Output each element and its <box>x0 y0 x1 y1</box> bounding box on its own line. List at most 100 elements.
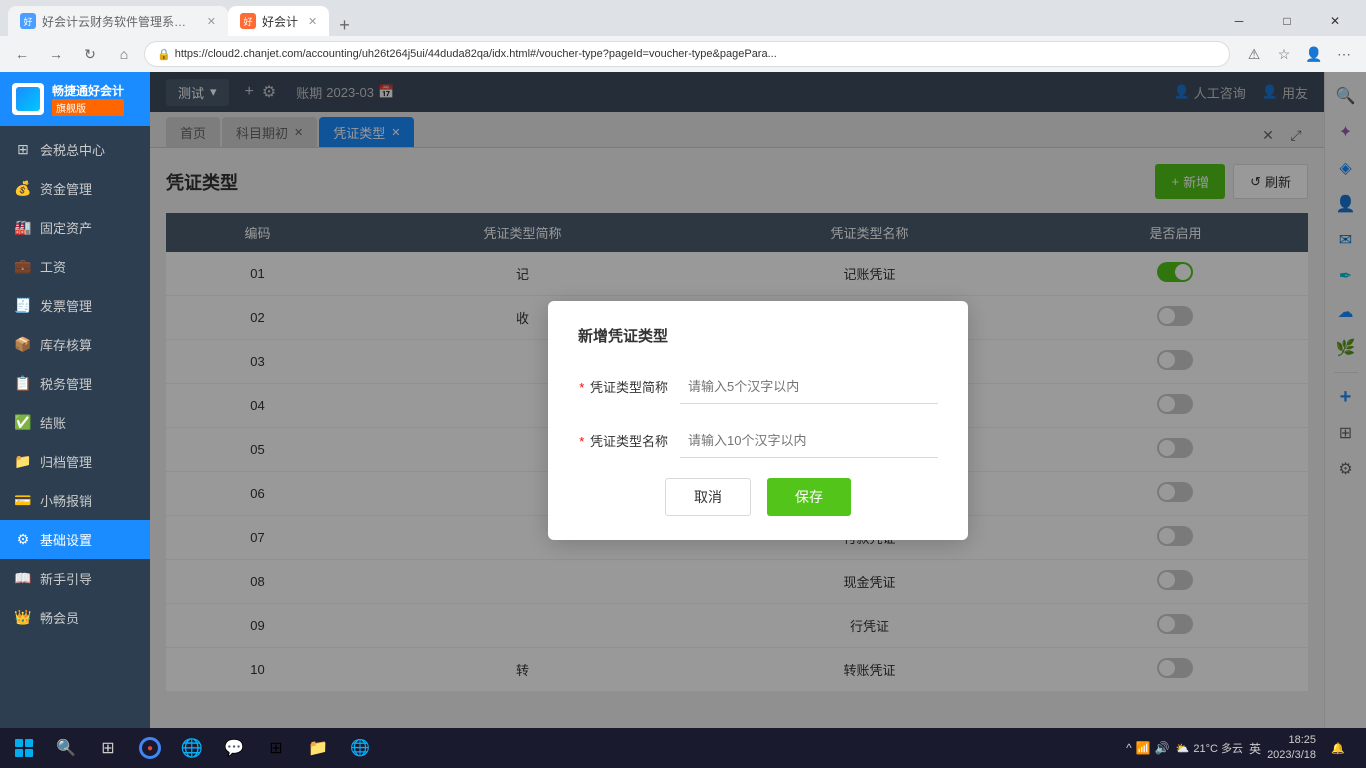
tab-favicon-2: 好 <box>240 13 256 29</box>
input-name[interactable] <box>680 424 938 458</box>
sidebar-item-member[interactable]: 👑 畅会员 <box>0 598 150 637</box>
sidebar-menu: ⊞ 会税总中心 💰 资金管理 🏭 固定资产 💼 工资 🧾 发票管理 📦 库 <box>0 126 150 735</box>
sidebar-item-inventory[interactable]: 📦 库存核算 <box>0 325 150 364</box>
close-button[interactable]: ✕ <box>1312 6 1358 36</box>
taskbar-lang[interactable]: 英 <box>1249 740 1261 757</box>
sidebar-item-settings[interactable]: ⚙ 基础设置 <box>0 520 150 559</box>
extensions-icon[interactable]: ⚠ <box>1240 40 1268 68</box>
sidebar-label-invoice: 发票管理 <box>40 296 92 315</box>
label-text-abbr: 凭证类型简称 <box>590 380 668 395</box>
taskbar-taskview-btn[interactable]: ⊞ <box>88 730 128 766</box>
capital-icon: 💰 <box>14 180 32 198</box>
save-button[interactable]: 保存 <box>767 478 851 516</box>
start-button[interactable] <box>4 730 44 766</box>
sidebar-label-tax: 税务管理 <box>40 374 92 393</box>
maximize-button[interactable]: □ <box>1264 6 1310 36</box>
taskbar-wechat-btn[interactable]: 💬 <box>214 730 254 766</box>
label-text-name: 凭证类型名称 <box>590 434 668 449</box>
sidebar-item-salary[interactable]: 💼 工资 <box>0 247 150 286</box>
notification-button[interactable]: 🔔 <box>1322 730 1354 766</box>
tab-label-1: 好会计云财务软件管理系统_会计 <box>42 13 197 30</box>
clock-date: 2023/3/18 <box>1267 748 1316 763</box>
address-input[interactable]: 🔒 https://cloud2.chanjet.com/accounting/… <box>144 41 1230 67</box>
weather-text: 21°C 多云 <box>1193 740 1243 756</box>
bookmark-icon[interactable]: ☆ <box>1270 40 1298 68</box>
back-button[interactable]: ← <box>8 40 36 68</box>
taskbar-apps-btn[interactable]: ⊞ <box>256 730 296 766</box>
home-button[interactable]: ⌂ <box>110 40 138 68</box>
sidebar-label-member: 畅会员 <box>40 608 79 627</box>
taskbar-audio[interactable]: 🔊 <box>1155 741 1170 755</box>
sidebar-item-expense[interactable]: 💳 小畅报销 <box>0 481 150 520</box>
tab-favicon-1: 好 <box>20 13 36 29</box>
address-text: https://cloud2.chanjet.com/accounting/uh… <box>175 48 1217 60</box>
add-voucher-dialog: 新增凭证类型 * 凭证类型简称 * 凭证类型名称 取消 保存 <box>548 301 968 540</box>
sidebar-label-expense: 小畅报销 <box>40 491 92 510</box>
tax-icon: 📋 <box>14 375 32 393</box>
windows-logo <box>15 739 33 757</box>
settle-icon: ✅ <box>14 414 32 432</box>
dashboard-icon: ⊞ <box>14 141 32 159</box>
fixed-assets-icon: 🏭 <box>14 219 32 237</box>
sidebar-label-archive: 归档管理 <box>40 452 92 471</box>
form-label-name: * 凭证类型名称 <box>578 431 668 450</box>
tab-close-1[interactable]: ✕ <box>207 15 216 28</box>
window-controls: ─ □ ✕ <box>1216 6 1358 36</box>
browser-chrome: 好 好会计云财务软件管理系统_会计 ✕ 好 好会计 ✕ + ─ □ ✕ ← → … <box>0 0 1366 72</box>
sidebar-item-dashboard[interactable]: ⊞ 会税总中心 <box>0 130 150 169</box>
sidebar-item-fixed-assets[interactable]: 🏭 固定资产 <box>0 208 150 247</box>
taskbar-right: ^ 📶 🔊 ⛅ 21°C 多云 英 18:25 2023/3/18 🔔 <box>1126 730 1362 766</box>
tab-label-2: 好会计 <box>262 13 298 30</box>
more-icon[interactable]: ⋯ <box>1330 40 1358 68</box>
sidebar-label-dashboard: 会税总中心 <box>40 140 105 159</box>
cancel-button[interactable]: 取消 <box>665 478 751 516</box>
taskbar-clock[interactable]: 18:25 2023/3/18 <box>1267 733 1316 764</box>
sidebar-label-settings: 基础设置 <box>40 530 92 549</box>
logo-icon <box>12 83 44 115</box>
new-tab-button[interactable]: + <box>333 15 356 36</box>
tab-close-2[interactable]: ✕ <box>308 15 317 28</box>
profile-icon[interactable]: 👤 <box>1300 40 1328 68</box>
dialog-title: 新增凭证类型 <box>578 325 938 346</box>
sidebar-label-settle: 结账 <box>40 413 66 432</box>
taskbar-chevron[interactable]: ^ <box>1126 741 1132 755</box>
expense-icon: 💳 <box>14 492 32 510</box>
form-label-abbr: * 凭证类型简称 <box>578 377 668 396</box>
guide-icon: 📖 <box>14 570 32 588</box>
lock-icon: 🔒 <box>157 48 171 61</box>
sidebar-label-salary: 工资 <box>40 257 66 276</box>
sidebar: 畅捷通好会计 旗舰版 ⊞ 会税总中心 💰 资金管理 🏭 固定资产 💼 工资 <box>0 72 150 768</box>
sidebar-item-guide[interactable]: 📖 新手引导 <box>0 559 150 598</box>
taskbar-search-btn[interactable]: 🔍 <box>46 730 86 766</box>
clock-time: 18:25 <box>1267 733 1316 748</box>
input-abbr[interactable] <box>680 370 938 404</box>
taskbar-wifi[interactable]: 📶 <box>1136 741 1151 755</box>
weather-icon: ⛅ <box>1176 742 1190 755</box>
logo-text-block: 畅捷通好会计 旗舰版 <box>52 82 124 116</box>
member-icon: 👑 <box>14 609 32 627</box>
sidebar-logo: 畅捷通好会计 旗舰版 <box>0 72 150 126</box>
sidebar-item-invoice[interactable]: 🧾 发票管理 <box>0 286 150 325</box>
sidebar-item-settle[interactable]: ✅ 结账 <box>0 403 150 442</box>
dialog-actions: 取消 保存 <box>578 478 938 516</box>
required-mark-name: * <box>579 434 584 449</box>
browser-tab-2[interactable]: 好 好会计 ✕ <box>228 6 329 36</box>
sidebar-item-archive[interactable]: 📁 归档管理 <box>0 442 150 481</box>
browser-tab-1[interactable]: 好 好会计云财务软件管理系统_会计 ✕ <box>8 6 228 36</box>
sidebar-label-capital: 资金管理 <box>40 179 92 198</box>
taskbar-folder-btn[interactable]: 📁 <box>298 730 338 766</box>
required-mark-abbr: * <box>579 380 584 395</box>
dialog-overlay: 新增凭证类型 * 凭证类型简称 * 凭证类型名称 取消 保存 <box>150 72 1366 768</box>
forward-button[interactable]: → <box>42 40 70 68</box>
taskbar-weather[interactable]: ⛅ 21°C 多云 <box>1176 740 1243 756</box>
tab-bar: 好 好会计云财务软件管理系统_会计 ✕ 好 好会计 ✕ + ─ □ ✕ <box>0 0 1366 36</box>
form-row-abbr: * 凭证类型简称 <box>578 370 938 404</box>
minimize-button[interactable]: ─ <box>1216 6 1262 36</box>
taskbar-edge2-btn[interactable]: 🌐 <box>340 730 380 766</box>
invoice-icon: 🧾 <box>14 297 32 315</box>
refresh-button[interactable]: ↻ <box>76 40 104 68</box>
sidebar-item-capital[interactable]: 💰 资金管理 <box>0 169 150 208</box>
taskbar-browser-chrome[interactable]: ● <box>130 730 170 766</box>
taskbar-edge-btn[interactable]: 🌐 <box>172 730 212 766</box>
sidebar-item-tax[interactable]: 📋 税务管理 <box>0 364 150 403</box>
